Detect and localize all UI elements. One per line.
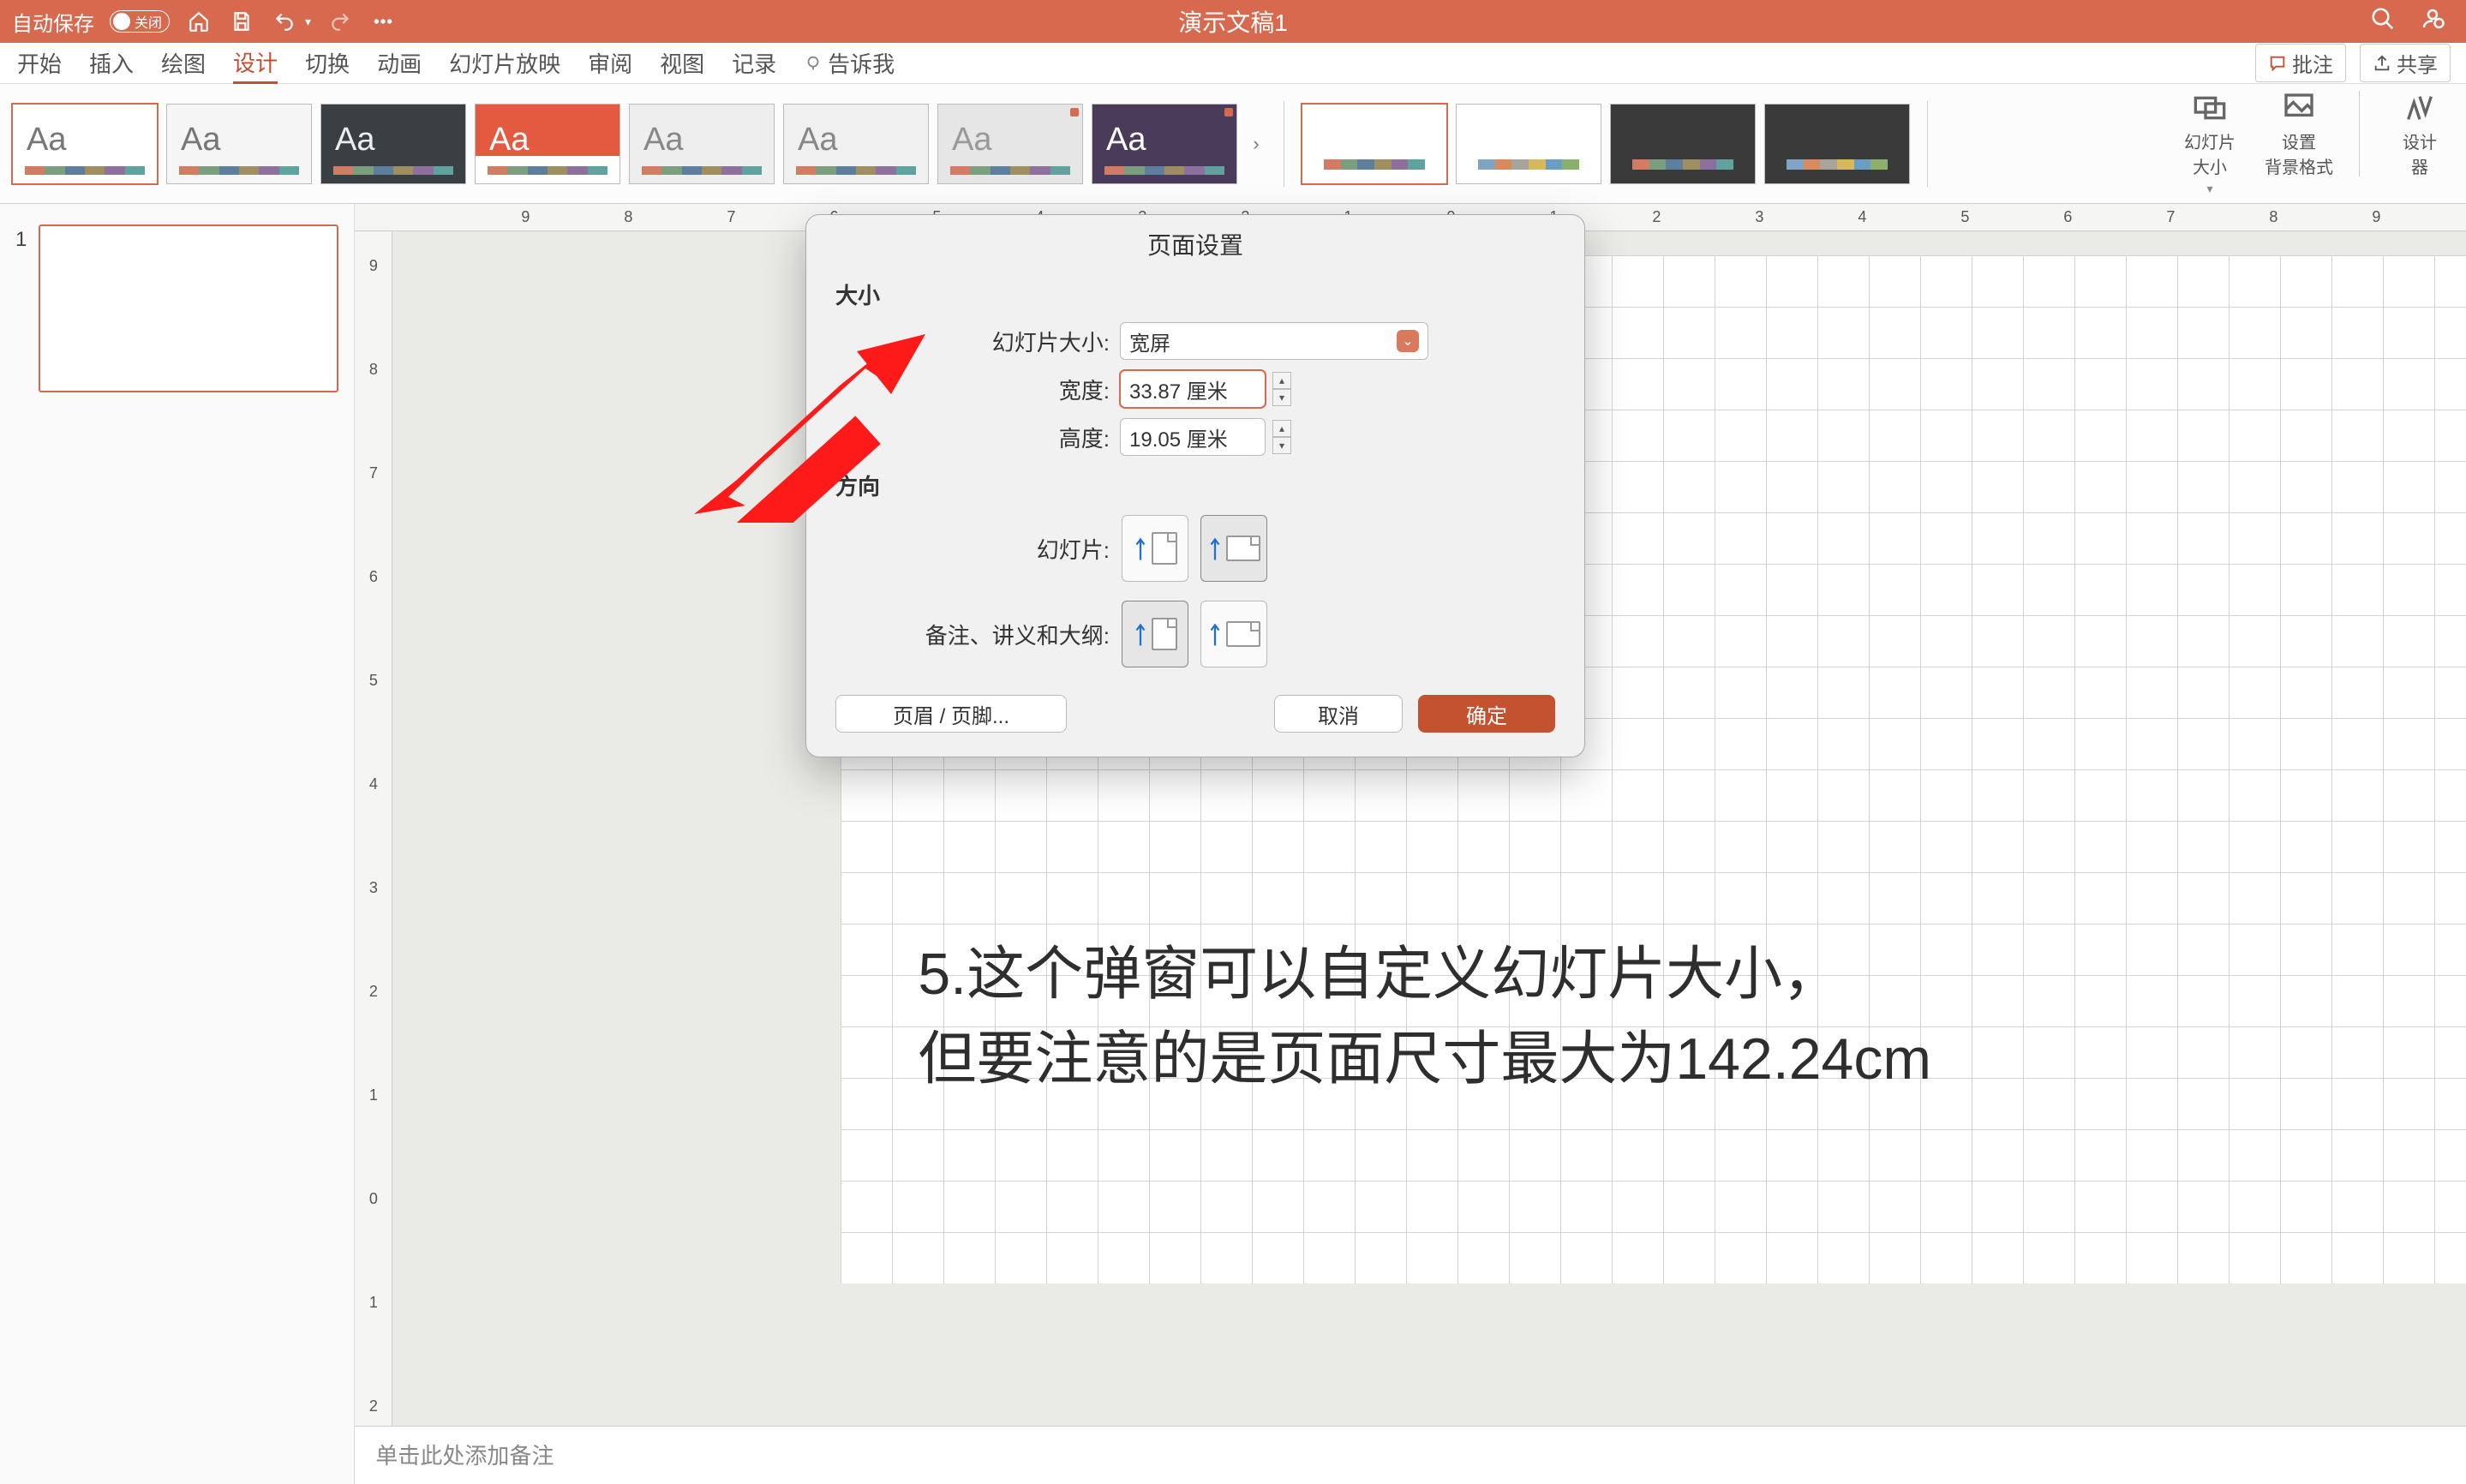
orient-notes-portrait[interactable]	[1122, 601, 1188, 667]
theme-gallery: Aa Aa Aa Aa Aa Aa Aa Aa ›	[12, 104, 1266, 184]
autosave-state: 关闭	[135, 11, 162, 32]
height-input[interactable]: 19.05 厘米	[1120, 418, 1266, 456]
theme-item[interactable]: Aa	[1092, 104, 1237, 184]
slide-size-value: 宽屏	[1129, 326, 1170, 356]
theme-item[interactable]: Aa	[166, 104, 312, 184]
account-icon[interactable]	[2420, 6, 2445, 38]
variant-item[interactable]	[1302, 104, 1447, 184]
ok-button[interactable]: 确定	[1418, 695, 1555, 733]
theme-item[interactable]: Aa	[320, 104, 466, 184]
theme-item[interactable]: Aa	[629, 104, 775, 184]
tab-draw[interactable]: 绘图	[161, 44, 206, 82]
slide-size-select[interactable]: 宽屏 ⌄	[1120, 322, 1428, 360]
tab-review[interactable]: 审阅	[588, 44, 632, 82]
home-icon[interactable]	[185, 8, 212, 35]
autosave-toggle[interactable]: 关闭	[110, 10, 170, 33]
share-button[interactable]: 共享	[2360, 44, 2451, 82]
chevron-updown-icon[interactable]: ⌄	[1397, 330, 1419, 352]
theme-item[interactable]: Aa	[12, 104, 158, 184]
search-icon[interactable]	[2370, 6, 2396, 38]
orient-notes-landscape[interactable]	[1200, 601, 1267, 667]
document-title: 演示文稿1	[1178, 4, 1288, 39]
notes-placeholder[interactable]: 单击此处添加备注	[355, 1426, 2466, 1484]
header-footer-button[interactable]: 页眉 / 页脚...	[835, 695, 1067, 733]
slide-size-button[interactable]: 幻灯片 大小▾	[2176, 91, 2244, 196]
orient-slides-label: 幻灯片:	[835, 533, 1110, 565]
height-stepper[interactable]: ▴▾	[1272, 420, 1291, 454]
orient-notes-label: 备注、讲义和大纲:	[835, 619, 1110, 650]
tab-insert[interactable]: 插入	[89, 44, 134, 82]
comments-button[interactable]: 批注	[2255, 44, 2346, 82]
theme-item[interactable]: Aa	[475, 104, 620, 184]
tab-animations[interactable]: 动画	[377, 44, 422, 82]
cancel-button[interactable]: 取消	[1274, 695, 1403, 733]
orient-slides-portrait[interactable]	[1122, 515, 1188, 582]
more-icon[interactable]	[369, 8, 397, 35]
variant-item[interactable]	[1764, 104, 1910, 184]
theme-item[interactable]: Aa	[783, 104, 929, 184]
slide-size-label: 幻灯片 大小	[2184, 129, 2236, 178]
section-size-label: 大小	[806, 270, 1584, 317]
tab-record[interactable]: 记录	[732, 44, 776, 82]
bg-format-button[interactable]: 设置 背景格式	[2265, 91, 2333, 178]
dialog-title: 页面设置	[806, 215, 1584, 270]
vertical-ruler: 987654321012	[355, 231, 392, 1426]
share-label: 共享	[2397, 48, 2438, 78]
slide-number: 1	[15, 224, 27, 252]
variant-item[interactable]	[1610, 104, 1756, 184]
tellme-button[interactable]: 告诉我	[804, 47, 895, 79]
tellme-label: 告诉我	[828, 47, 895, 79]
tab-transitions[interactable]: 切换	[305, 44, 350, 82]
slide-thumbnail[interactable]	[39, 224, 338, 392]
comments-label: 批注	[2292, 48, 2333, 78]
theme-item[interactable]: Aa	[937, 104, 1083, 184]
width-stepper[interactable]: ▴▾	[1272, 372, 1291, 406]
autosave-label: 自动保存	[12, 7, 94, 37]
variant-item[interactable]	[1456, 104, 1601, 184]
variant-gallery	[1302, 104, 1910, 184]
undo-dropdown-icon[interactable]: ▾	[305, 15, 311, 29]
undo-icon[interactable]	[271, 8, 298, 35]
designer-label: 设计 器	[2403, 129, 2437, 178]
slides-panel: 1	[0, 204, 355, 1484]
width-input[interactable]: 33.87 厘米	[1120, 370, 1266, 408]
bg-format-label: 设置 背景格式	[2265, 129, 2333, 178]
designer-button[interactable]: 设计 器	[2385, 91, 2454, 178]
annotation-arrow-icon	[685, 334, 934, 527]
tab-view[interactable]: 视图	[660, 44, 704, 82]
tab-home[interactable]: 开始	[17, 44, 62, 82]
tab-design[interactable]: 设计	[233, 43, 278, 84]
save-icon[interactable]	[228, 8, 255, 35]
tab-slideshow[interactable]: 幻灯片放映	[449, 44, 560, 82]
slide-annotation: 5.这个弹窗可以自定义幻灯片大小， 但要注意的是页面尺寸最大为142.24cm	[918, 932, 1931, 1101]
theme-more-icon[interactable]: ›	[1246, 133, 1266, 155]
redo-icon[interactable]	[326, 8, 354, 35]
orient-slides-landscape[interactable]	[1200, 515, 1267, 582]
